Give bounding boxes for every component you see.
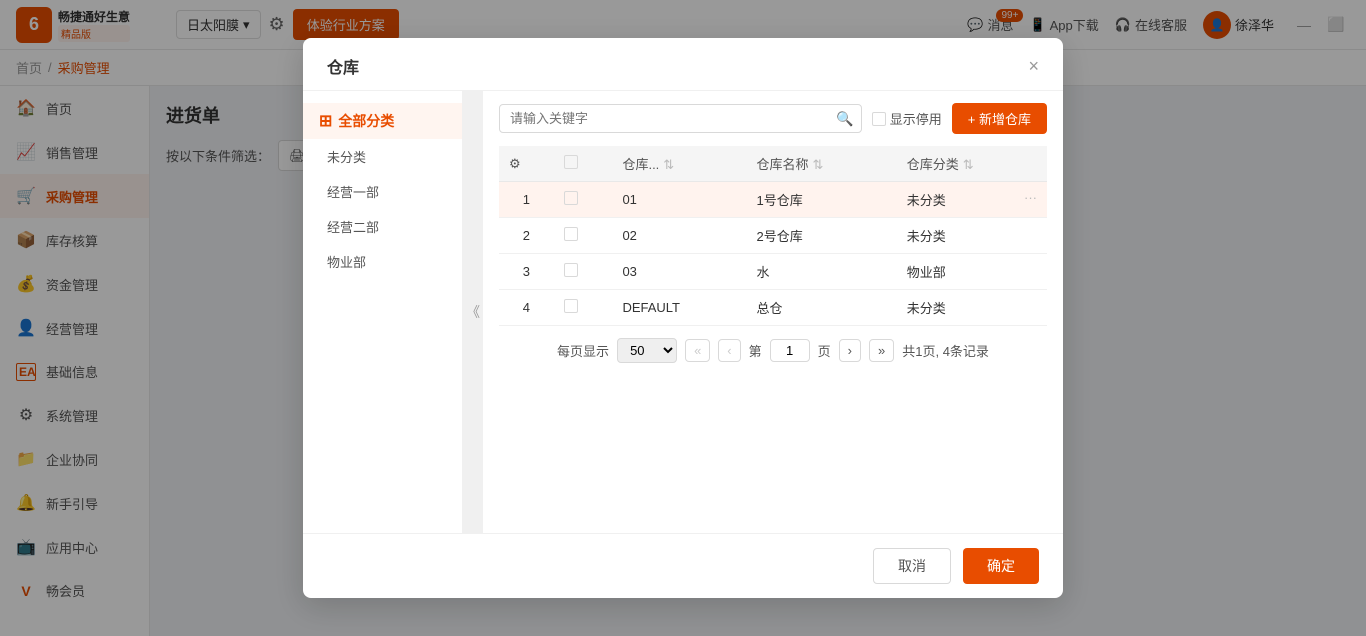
show-disabled-label[interactable]: 显示停用 [872, 109, 942, 128]
col-category[interactable]: 仓库分类⇅ [897, 146, 1047, 182]
row-name: 1号仓库 [747, 182, 897, 218]
page-label: 第 [749, 341, 762, 360]
search-icon[interactable]: 🔍 [836, 110, 853, 127]
table-row[interactable]: 2 02 2号仓库 未分类 [499, 218, 1047, 254]
table-row[interactable]: 1 01 1号仓库 未分类··· [499, 182, 1047, 218]
sort-icon-name: ⇅ [813, 157, 824, 172]
table-body: 1 01 1号仓库 未分类··· 2 02 2号仓库 未分类 [499, 182, 1047, 326]
page-number-input[interactable] [770, 339, 810, 362]
category-all-label: 全部分类 [338, 111, 394, 131]
dialog-body: ⊞ 全部分类 未分类 经营一部 经营二部 物业部 《 🔍 [303, 91, 1063, 533]
dialog-title: 仓库 [327, 54, 359, 78]
table-row[interactable]: 4 DEFAULT 总仓 未分类 [499, 290, 1047, 326]
col-name[interactable]: 仓库名称⇅ [747, 146, 897, 182]
more-icon[interactable]: ··· [1024, 190, 1037, 205]
category-item-unclassified[interactable]: 未分类 [303, 139, 462, 174]
row-checkbox[interactable] [554, 254, 613, 290]
show-disabled-text: 显示停用 [890, 109, 942, 128]
col-code[interactable]: 仓库...⇅ [612, 146, 746, 182]
panel-collapse-button[interactable]: 《 [463, 91, 483, 533]
table-header-row: ⚙ 仓库...⇅ 仓库名称⇅ 仓库分类⇅ [499, 146, 1047, 182]
page-first-button[interactable]: « [685, 339, 710, 362]
category-item-property[interactable]: 物业部 [303, 244, 462, 279]
page-last-button[interactable]: » [869, 339, 894, 362]
row-category: 未分类 [897, 218, 1047, 254]
row-index: 1 [499, 182, 554, 218]
row-code: 01 [612, 182, 746, 218]
row-code: 02 [612, 218, 746, 254]
search-input-wrap: 🔍 [499, 104, 862, 133]
row-checkbox[interactable] [554, 218, 613, 254]
sort-icon-category: ⇅ [963, 157, 974, 172]
category-item-operations1[interactable]: 经营一部 [303, 174, 462, 209]
row-index: 3 [499, 254, 554, 290]
show-disabled-checkbox[interactable] [872, 112, 886, 126]
warehouse-table: ⚙ 仓库...⇅ 仓库名称⇅ 仓库分类⇅ 1 01 1号仓库 [499, 146, 1047, 326]
cancel-button[interactable]: 取消 [873, 548, 951, 584]
row-code: 03 [612, 254, 746, 290]
col-checkbox-header[interactable] [554, 146, 613, 182]
page-prev-button[interactable]: ‹ [718, 339, 740, 362]
dialog-close-button[interactable]: × [1028, 56, 1039, 77]
row-name: 水 [747, 254, 897, 290]
search-input[interactable] [499, 104, 862, 133]
table-toolbar: 🔍 显示停用 + 新增仓库 [499, 103, 1047, 134]
warehouse-dialog: 仓库 × ⊞ 全部分类 未分类 经营一部 经营二部 物业部 《 [303, 38, 1063, 598]
row-index: 4 [499, 290, 554, 326]
category-all[interactable]: ⊞ 全部分类 [303, 103, 462, 139]
row-code: DEFAULT [612, 290, 746, 326]
row-checkbox[interactable] [554, 182, 613, 218]
pagination: 每页显示 50 10 20 100 « ‹ 第 页 › » 共1页, 4条记录 [499, 326, 1047, 367]
table-head: ⚙ 仓库...⇅ 仓库名称⇅ 仓库分类⇅ [499, 146, 1047, 182]
dialog-header: 仓库 × [303, 38, 1063, 91]
per-page-select[interactable]: 50 10 20 100 [617, 338, 677, 363]
row-name: 总仓 [747, 290, 897, 326]
col-gear: ⚙ [499, 146, 554, 182]
category-item-operations2[interactable]: 经营二部 [303, 209, 462, 244]
row-checkbox[interactable] [554, 290, 613, 326]
row-name: 2号仓库 [747, 218, 897, 254]
grid-icon: ⊞ [319, 111, 332, 131]
modal-overlay: 仓库 × ⊞ 全部分类 未分类 经营一部 经营二部 物业部 《 [0, 0, 1366, 636]
total-info: 共1页, 4条记录 [902, 341, 989, 360]
row-category: 未分类··· [897, 182, 1047, 218]
per-page-label: 每页显示 [557, 341, 609, 360]
row-category: 物业部 [897, 254, 1047, 290]
page-suffix: 页 [818, 341, 831, 360]
page-next-button[interactable]: › [839, 339, 861, 362]
category-panel: ⊞ 全部分类 未分类 经营一部 经营二部 物业部 [303, 91, 463, 533]
confirm-button[interactable]: 确定 [963, 548, 1039, 584]
row-index: 2 [499, 218, 554, 254]
table-panel: 🔍 显示停用 + 新增仓库 ⚙ 仓库...⇅ [483, 91, 1063, 533]
select-all-checkbox[interactable] [564, 155, 578, 169]
add-warehouse-button[interactable]: + 新增仓库 [952, 103, 1047, 134]
table-row[interactable]: 3 03 水 物业部 [499, 254, 1047, 290]
row-category: 未分类 [897, 290, 1047, 326]
sort-icon-code: ⇅ [663, 157, 674, 172]
dialog-footer: 取消 确定 [303, 533, 1063, 598]
